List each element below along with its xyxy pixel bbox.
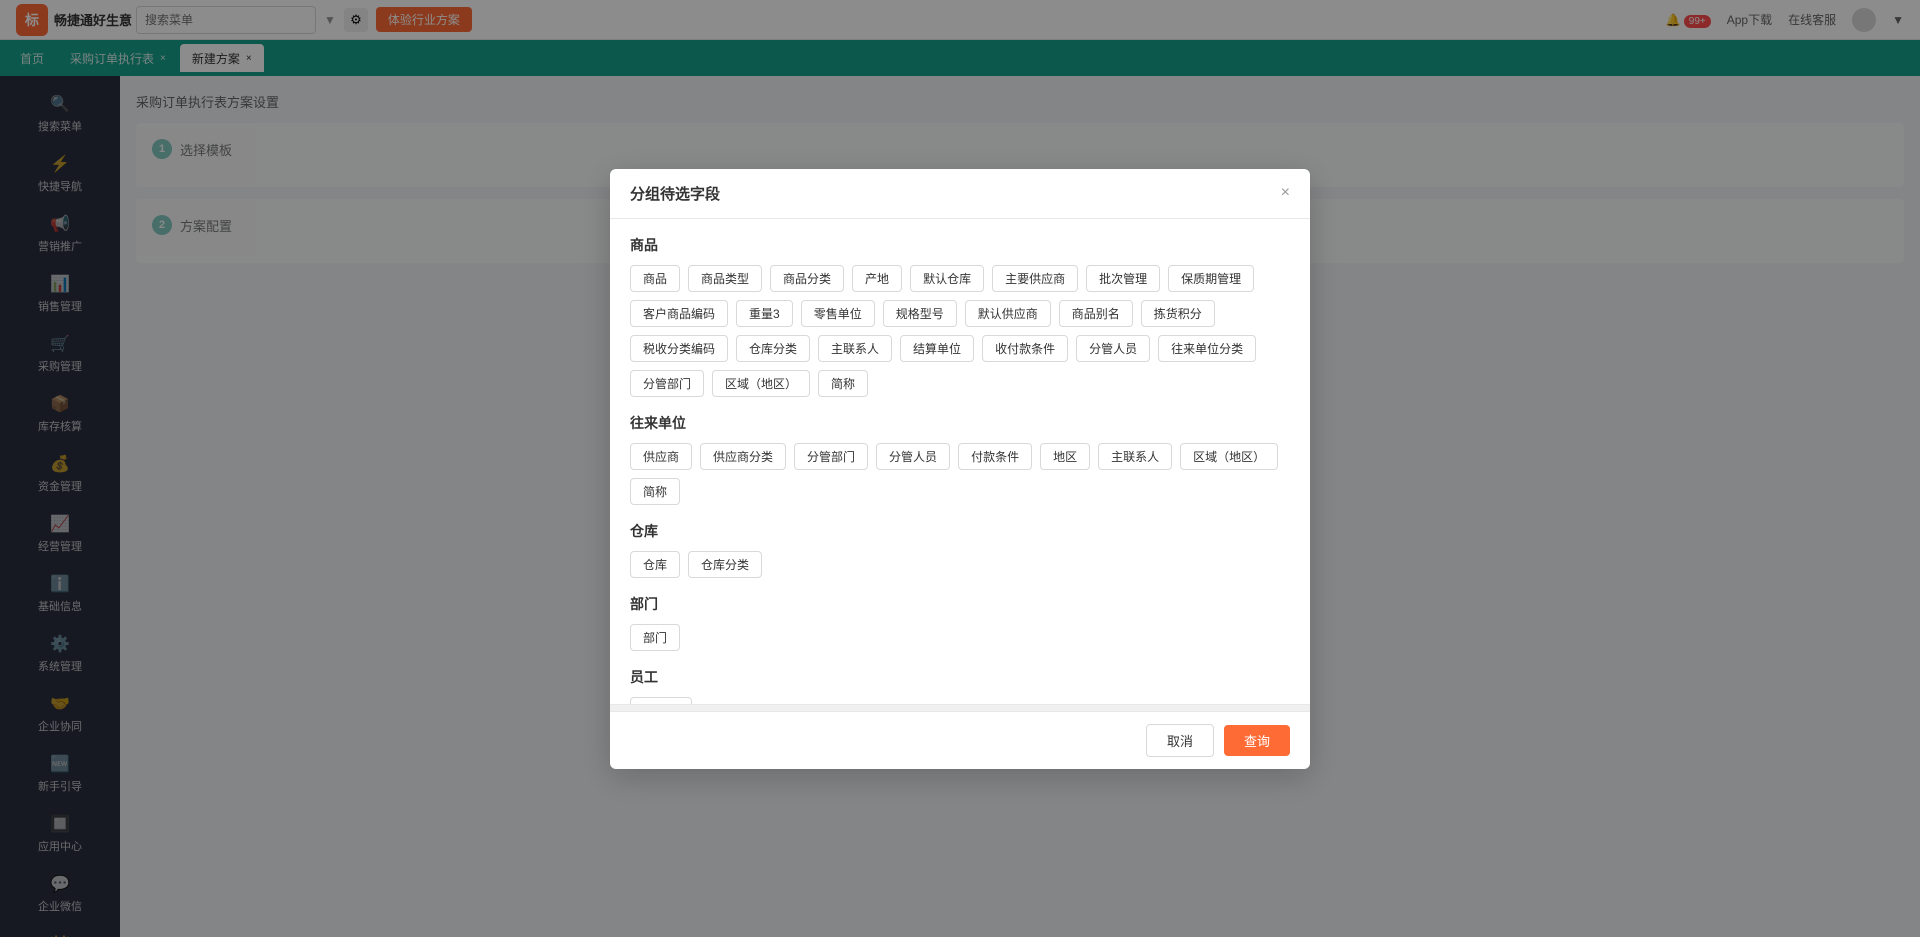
field-tag[interactable]: 分管人员	[876, 443, 950, 470]
field-tag[interactable]: 批次管理	[1086, 265, 1160, 292]
modal-title: 分组待选字段	[630, 183, 720, 204]
field-tag[interactable]: 供应商分类	[700, 443, 786, 470]
field-group-title: 仓库	[630, 521, 1290, 541]
field-tag[interactable]: 分管人员	[1076, 335, 1150, 362]
field-tag[interactable]: 商品类型	[688, 265, 762, 292]
field-tag[interactable]: 地区	[1040, 443, 1090, 470]
field-tag[interactable]: 往来单位分类	[1158, 335, 1256, 362]
field-tags: 商品商品类型商品分类产地默认仓库主要供应商批次管理保质期管理客户商品编码重量3 零…	[630, 265, 1290, 397]
field-tag[interactable]: 简称	[630, 478, 680, 505]
field-tags: 供应商供应商分类分管部门分管人员付款条件地区主联系人区域（地区） 简称	[630, 443, 1290, 505]
field-tag[interactable]: 产地	[852, 265, 902, 292]
field-tag[interactable]: 仓库分类	[736, 335, 810, 362]
field-tag[interactable]: 仓库	[630, 551, 680, 578]
field-tag[interactable]: 重量3	[736, 300, 793, 327]
field-select-modal: 分组待选字段 × 商品商品商品类型商品分类产地默认仓库主要供应商批次管理保质期管…	[610, 169, 1310, 769]
field-group-title: 员工	[630, 667, 1290, 687]
modal-body: 商品商品商品类型商品分类产地默认仓库主要供应商批次管理保质期管理客户商品编码重量…	[610, 219, 1310, 704]
modal-footer: 取消 查询	[610, 711, 1310, 769]
field-tags: 业务员	[630, 697, 1290, 704]
field-tag[interactable]: 税收分类编码	[630, 335, 728, 362]
field-tag[interactable]: 付款条件	[958, 443, 1032, 470]
field-tags: 仓库仓库分类	[630, 551, 1290, 578]
field-tag[interactable]: 拣货积分	[1141, 300, 1215, 327]
field-group-title: 往来单位	[630, 413, 1290, 433]
field-tag[interactable]: 主联系人	[1098, 443, 1172, 470]
cancel-button[interactable]: 取消	[1146, 724, 1214, 757]
field-group-title: 商品	[630, 235, 1290, 255]
field-tag[interactable]: 供应商	[630, 443, 692, 470]
modal-header: 分组待选字段 ×	[610, 169, 1310, 219]
field-group-title: 部门	[630, 594, 1290, 614]
modal-overlay: 分组待选字段 × 商品商品商品类型商品分类产地默认仓库主要供应商批次管理保质期管…	[0, 0, 1920, 937]
confirm-button[interactable]: 查询	[1224, 725, 1290, 756]
field-tag[interactable]: 主要供应商	[992, 265, 1078, 292]
field-tag[interactable]: 保质期管理	[1168, 265, 1254, 292]
field-tag[interactable]: 规格型号	[883, 300, 957, 327]
field-tag[interactable]: 结算单位	[900, 335, 974, 362]
field-tag[interactable]: 商品别名	[1059, 300, 1133, 327]
field-tag[interactable]: 商品分类	[770, 265, 844, 292]
field-tag[interactable]: 业务员	[630, 697, 692, 704]
field-tag[interactable]: 部门	[630, 624, 680, 651]
field-tag[interactable]: 零售单位	[801, 300, 875, 327]
field-tag[interactable]: 仓库分类	[688, 551, 762, 578]
field-tag[interactable]: 主联系人	[818, 335, 892, 362]
field-tags: 部门	[630, 624, 1290, 651]
field-tag[interactable]: 分管部门	[630, 370, 704, 397]
field-tag[interactable]: 简称	[818, 370, 868, 397]
field-tag[interactable]: 分管部门	[794, 443, 868, 470]
field-tag[interactable]: 商品	[630, 265, 680, 292]
field-tag[interactable]: 收付款条件	[982, 335, 1068, 362]
field-tag[interactable]: 区域（地区）	[1180, 443, 1278, 470]
field-tag[interactable]: 区域（地区）	[712, 370, 810, 397]
modal-close-button[interactable]: ×	[1281, 184, 1290, 202]
field-tag[interactable]: 默认仓库	[910, 265, 984, 292]
field-tag[interactable]: 默认供应商	[965, 300, 1051, 327]
field-tag[interactable]: 客户商品编码	[630, 300, 728, 327]
